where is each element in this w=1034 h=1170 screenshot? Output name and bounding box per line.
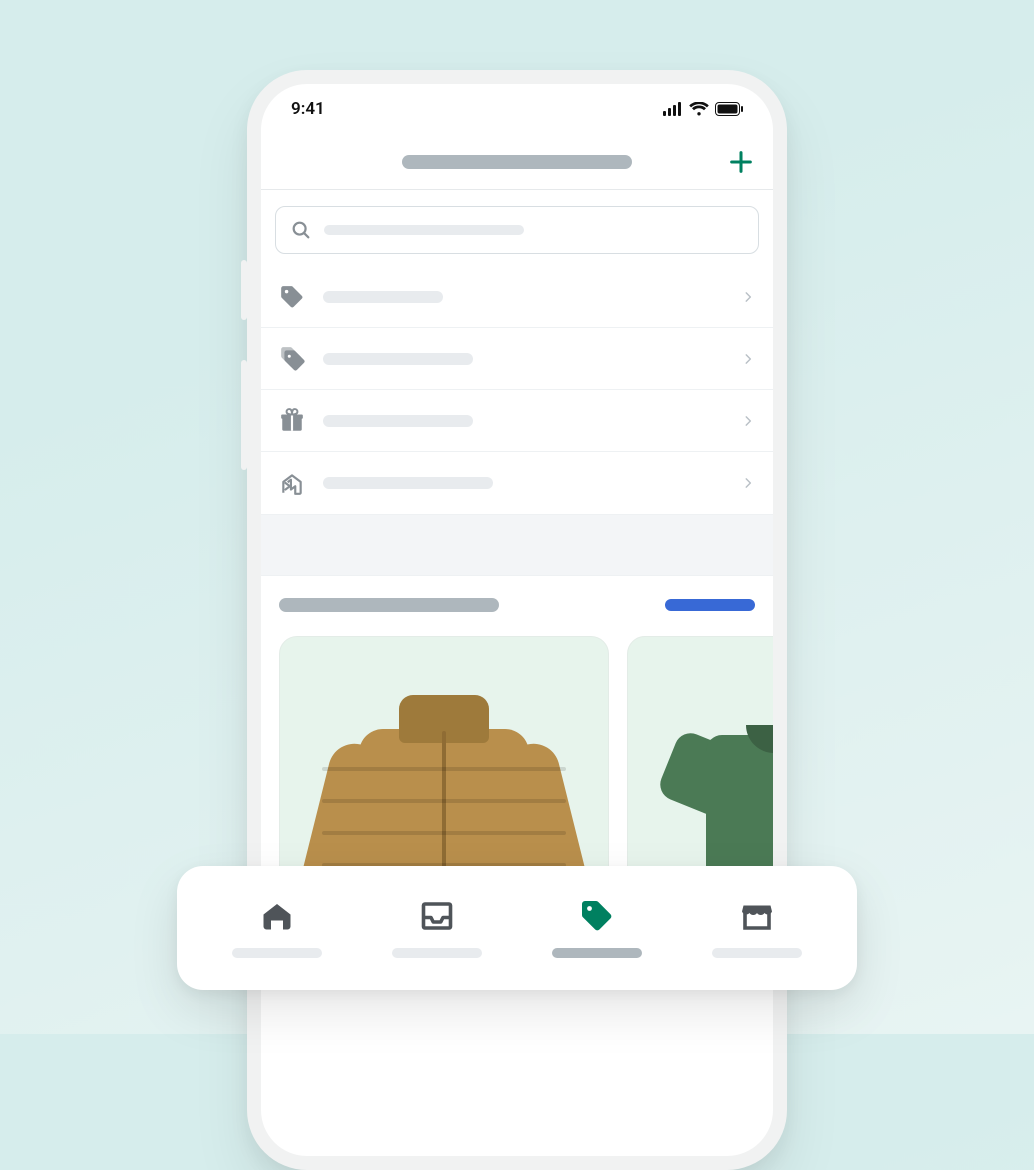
nav-header xyxy=(261,134,773,190)
chevron-right-icon xyxy=(741,290,755,304)
signal-icon xyxy=(663,102,683,116)
tab-bar xyxy=(177,866,857,990)
list-item[interactable] xyxy=(261,390,773,452)
chevron-right-icon xyxy=(741,414,755,428)
chevron-right-icon xyxy=(741,352,755,366)
status-icons xyxy=(663,102,743,116)
list-item-label xyxy=(323,353,473,365)
status-bar: 9:41 xyxy=(261,84,773,134)
nav-title-placeholder xyxy=(402,155,632,169)
search-icon xyxy=(290,219,312,241)
tab-label-placeholder xyxy=(392,948,482,958)
tags-icon xyxy=(279,346,305,372)
search-input[interactable] xyxy=(275,206,759,254)
wifi-icon xyxy=(689,102,709,116)
list-item-label xyxy=(323,415,473,427)
home-icon xyxy=(259,898,295,934)
list-item[interactable] xyxy=(261,266,773,328)
list-item-label xyxy=(323,477,493,489)
list-item[interactable] xyxy=(261,328,773,390)
section-gap xyxy=(261,514,773,576)
inbox-icon xyxy=(419,898,455,934)
tab-store[interactable] xyxy=(697,898,817,958)
tag-icon xyxy=(579,898,615,934)
battery-icon xyxy=(715,102,743,116)
gift-icon xyxy=(279,408,305,434)
tab-inbox[interactable] xyxy=(377,898,497,958)
tab-products[interactable] xyxy=(537,898,657,958)
tab-label-placeholder xyxy=(552,948,642,958)
search-placeholder xyxy=(324,225,524,235)
section-header xyxy=(261,576,773,616)
tab-home[interactable] xyxy=(217,898,337,958)
phone-frame: 9:41 xyxy=(247,70,787,1170)
status-time: 9:41 xyxy=(291,99,325,119)
tab-label-placeholder xyxy=(712,948,802,958)
add-button[interactable] xyxy=(727,148,755,176)
list-item[interactable] xyxy=(261,452,773,514)
transfer-icon xyxy=(279,470,305,496)
phone-screen: 9:41 xyxy=(261,84,773,1156)
section-title-placeholder xyxy=(279,598,499,612)
tag-icon xyxy=(279,284,305,310)
search-container xyxy=(261,190,773,262)
menu-list xyxy=(261,262,773,514)
store-icon xyxy=(739,898,775,934)
tab-label-placeholder xyxy=(232,948,322,958)
list-item-label xyxy=(323,291,443,303)
plus-icon xyxy=(727,148,755,176)
chevron-right-icon xyxy=(741,476,755,490)
section-action-link[interactable] xyxy=(665,599,755,611)
